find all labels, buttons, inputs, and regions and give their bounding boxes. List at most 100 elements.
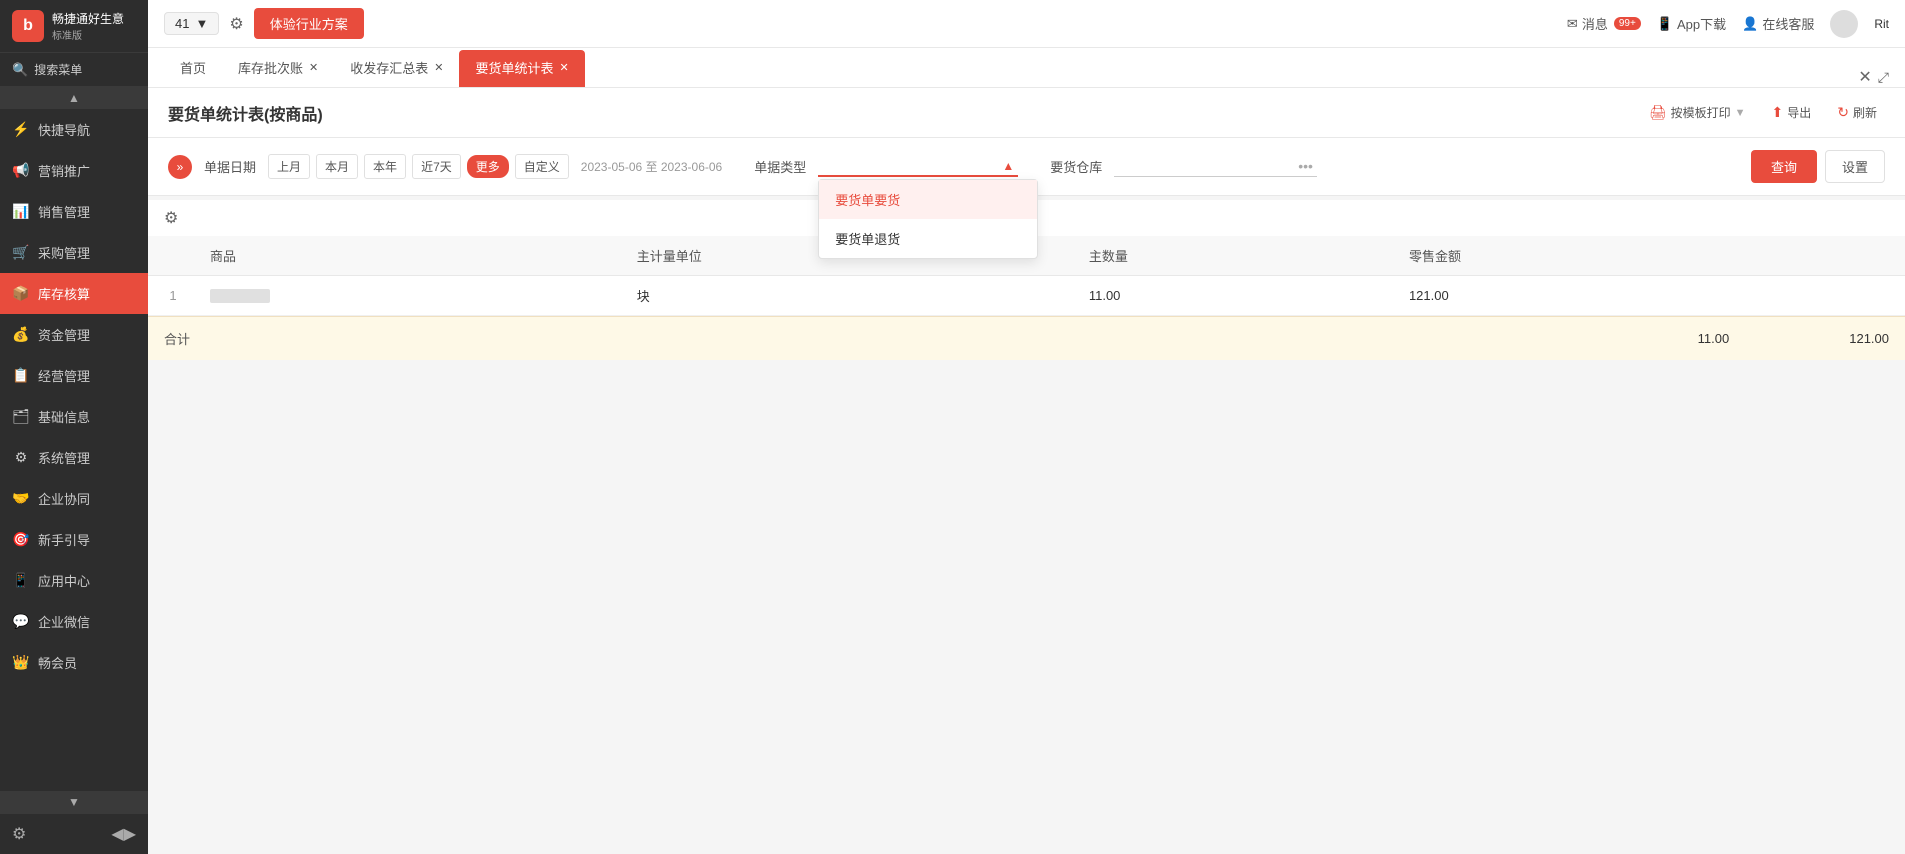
logo-icon: b (12, 10, 44, 42)
filter-actions: 查询 设置 (1751, 150, 1885, 183)
tab-goods-summary[interactable]: 要货单统计表 ✕ (459, 50, 584, 87)
app-download-item[interactable]: 📱 App下载 (1657, 14, 1726, 33)
guide-icon: 🎯 (12, 531, 30, 548)
online-service-item[interactable]: 👤 在线客服 (1742, 14, 1814, 33)
table-settings-icon[interactable]: ⚙ (164, 208, 178, 228)
tab-inventory-batch[interactable]: 库存批次账 ✕ (222, 50, 334, 87)
sidebar-toggle-icon[interactable]: ◀▶ (111, 824, 136, 844)
col-product: 商品 (198, 236, 625, 276)
app-download-icon: 📱 (1657, 16, 1673, 32)
sidebar-item-quick-nav[interactable]: ⚡ 快捷导航 (0, 109, 148, 150)
custom-date-btn[interactable]: 自定义 (515, 154, 569, 179)
refresh-label: 刷新 (1853, 104, 1877, 121)
topbar: 41 ▼ ⚙ 体验行业方案 ✉ 消息 99+ 📱 App下载 👤 在线客服 Ri… (148, 0, 1905, 48)
row-amount: 121.00 (1397, 276, 1783, 316)
product-placeholder (210, 289, 270, 303)
more-dates-btn[interactable]: 更多 (467, 155, 509, 178)
type-select-wrap[interactable]: ▲ 要货单要货 要货单退货 (818, 156, 1018, 177)
sidebar-bottom: ⚙ ◀▶ (0, 813, 148, 854)
print-icon: 🖨 (1649, 104, 1667, 121)
sidebar-item-basic-info[interactable]: 🗂 基础信息 (0, 396, 148, 437)
tab-receive-summary[interactable]: 收发存汇总表 ✕ (334, 50, 459, 87)
filter-bar: » 单据日期 上月 本月 本年 近7天 更多 自定义 2023-05-06 至 … (148, 138, 1905, 196)
online-service-label: 在线客服 (1762, 14, 1814, 33)
export-label: 导出 (1787, 104, 1811, 121)
messages-label: 消息 (1582, 14, 1608, 33)
sidebar-item-label: 营销推广 (38, 161, 90, 180)
sidebar-item-sales[interactable]: 📊 销售管理 (0, 191, 148, 232)
sidebar-scroll-up[interactable]: ▲ (0, 87, 148, 109)
close-all-tabs-icon[interactable]: ✕ (1858, 67, 1871, 87)
tab-home[interactable]: 首页 (164, 50, 222, 87)
sidebar-item-label: 资金管理 (38, 325, 90, 344)
sidebar-item-label: 企业微信 (38, 612, 90, 631)
query-btn[interactable]: 查询 (1751, 150, 1817, 183)
prev-month-btn[interactable]: 上月 (268, 154, 310, 179)
settings-icon[interactable]: ⚙ (12, 824, 26, 844)
date-range: 2023-05-06 至 2023-06-06 (581, 158, 722, 175)
type-select-arrow-icon[interactable]: ▲ (1002, 159, 1014, 173)
messages-item[interactable]: ✉ 消息 99+ (1567, 14, 1641, 33)
sidebar-item-label: 基础信息 (38, 407, 90, 426)
this-year-btn[interactable]: 本年 (364, 154, 406, 179)
number-dropdown-icon[interactable]: ▼ (195, 16, 208, 31)
refresh-icon: ↻ (1837, 104, 1849, 121)
sidebar-item-system[interactable]: ⚙ 系统管理 (0, 437, 148, 478)
messages-icon: ✉ (1567, 16, 1578, 32)
summary-label: 合计 (164, 329, 190, 348)
row-num: 1 (148, 276, 198, 316)
main-content: 41 ▼ ⚙ 体验行业方案 ✉ 消息 99+ 📱 App下载 👤 在线客服 Ri… (148, 0, 1905, 854)
wechat-icon: 💬 (12, 613, 30, 630)
product-cell (210, 289, 613, 303)
sidebar-item-wechat[interactable]: 💬 企业微信 (0, 601, 148, 642)
sidebar-item-enterprise[interactable]: 🤝 企业协同 (0, 478, 148, 519)
sidebar-scroll-down[interactable]: ▼ (0, 791, 148, 813)
user-avatar[interactable] (1830, 10, 1858, 38)
warehouse-select-wrap[interactable]: ••• (1114, 156, 1317, 177)
sidebar-item-purchase[interactable]: 🛒 采购管理 (0, 232, 148, 273)
warehouse-input[interactable] (1118, 159, 1294, 174)
type-select-input[interactable] (822, 158, 1002, 173)
col-extra (1783, 236, 1905, 276)
warehouse-more-icon[interactable]: ••• (1298, 158, 1313, 174)
trial-btn[interactable]: 体验行业方案 (254, 8, 364, 39)
sidebar-item-label: 经营管理 (38, 366, 90, 385)
filter-expand-btn[interactable]: » (168, 155, 192, 179)
sidebar-item-vip[interactable]: 👑 畅会员 (0, 642, 148, 683)
last-7-days-btn[interactable]: 近7天 (412, 154, 461, 179)
sidebar-item-app-center[interactable]: 📱 应用中心 (0, 560, 148, 601)
tab-goods-summary-close[interactable]: ✕ (560, 61, 569, 74)
print-expand-icon[interactable]: ▼ (1735, 107, 1746, 119)
content-area: 要货单统计表(按商品) 🖨 按模板打印 ▼ ⬆ 导出 ↻ 刷新 (148, 88, 1905, 854)
page-header: 要货单统计表(按商品) 🖨 按模板打印 ▼ ⬆ 导出 ↻ 刷新 (148, 88, 1905, 138)
sidebar-item-guide[interactable]: 🎯 新手引导 (0, 519, 148, 560)
this-month-btn[interactable]: 本月 (316, 154, 358, 179)
number-value: 41 (175, 16, 189, 31)
filter-settings-btn[interactable]: 设置 (1825, 150, 1885, 183)
sidebar-nav: ⚡ 快捷导航 📢 营销推广 📊 销售管理 🛒 采购管理 📦 库存核算 💰 资金管… (0, 109, 148, 791)
sidebar-item-label: 系统管理 (38, 448, 90, 467)
tab-receive-summary-close[interactable]: ✕ (434, 61, 443, 74)
logo-sub: 标准版 (52, 27, 124, 42)
export-icon: ⬆ (1772, 104, 1784, 121)
topbar-left: 41 ▼ ⚙ 体验行业方案 (164, 8, 364, 39)
sidebar-item-inventory[interactable]: 📦 库存核算 (0, 273, 148, 314)
sidebar-item-marketing[interactable]: 📢 营销推广 (0, 150, 148, 191)
search-menu[interactable]: 🔍 搜索菜单 (0, 53, 148, 87)
topbar-number[interactable]: 41 ▼ (164, 12, 219, 35)
export-btn[interactable]: ⬆ 导出 (1764, 100, 1820, 125)
dropdown-item-goods-return[interactable]: 要货单退货 (819, 219, 1037, 258)
sidebar-item-operations[interactable]: 📋 经营管理 (0, 355, 148, 396)
topbar-settings-icon[interactable]: ⚙ (229, 14, 243, 34)
user-name: Rit (1874, 17, 1889, 31)
refresh-btn[interactable]: ↻ 刷新 (1829, 100, 1885, 125)
expand-tabs-icon[interactable]: ⤢ (1878, 69, 1889, 86)
dropdown-item-goods-order[interactable]: 要货单要货 (819, 180, 1037, 219)
tab-inventory-batch-close[interactable]: ✕ (309, 61, 318, 74)
sidebar-item-finance[interactable]: 💰 资金管理 (0, 314, 148, 355)
print-btn[interactable]: 🖨 按模板打印 ▼ (1641, 100, 1754, 125)
marketing-icon: 📢 (12, 162, 30, 179)
app-center-icon: 📱 (12, 572, 30, 589)
row-product (198, 276, 625, 316)
sidebar: b 畅捷通好生意 标准版 🔍 搜索菜单 ▲ ⚡ 快捷导航 📢 营销推广 📊 销售… (0, 0, 148, 854)
